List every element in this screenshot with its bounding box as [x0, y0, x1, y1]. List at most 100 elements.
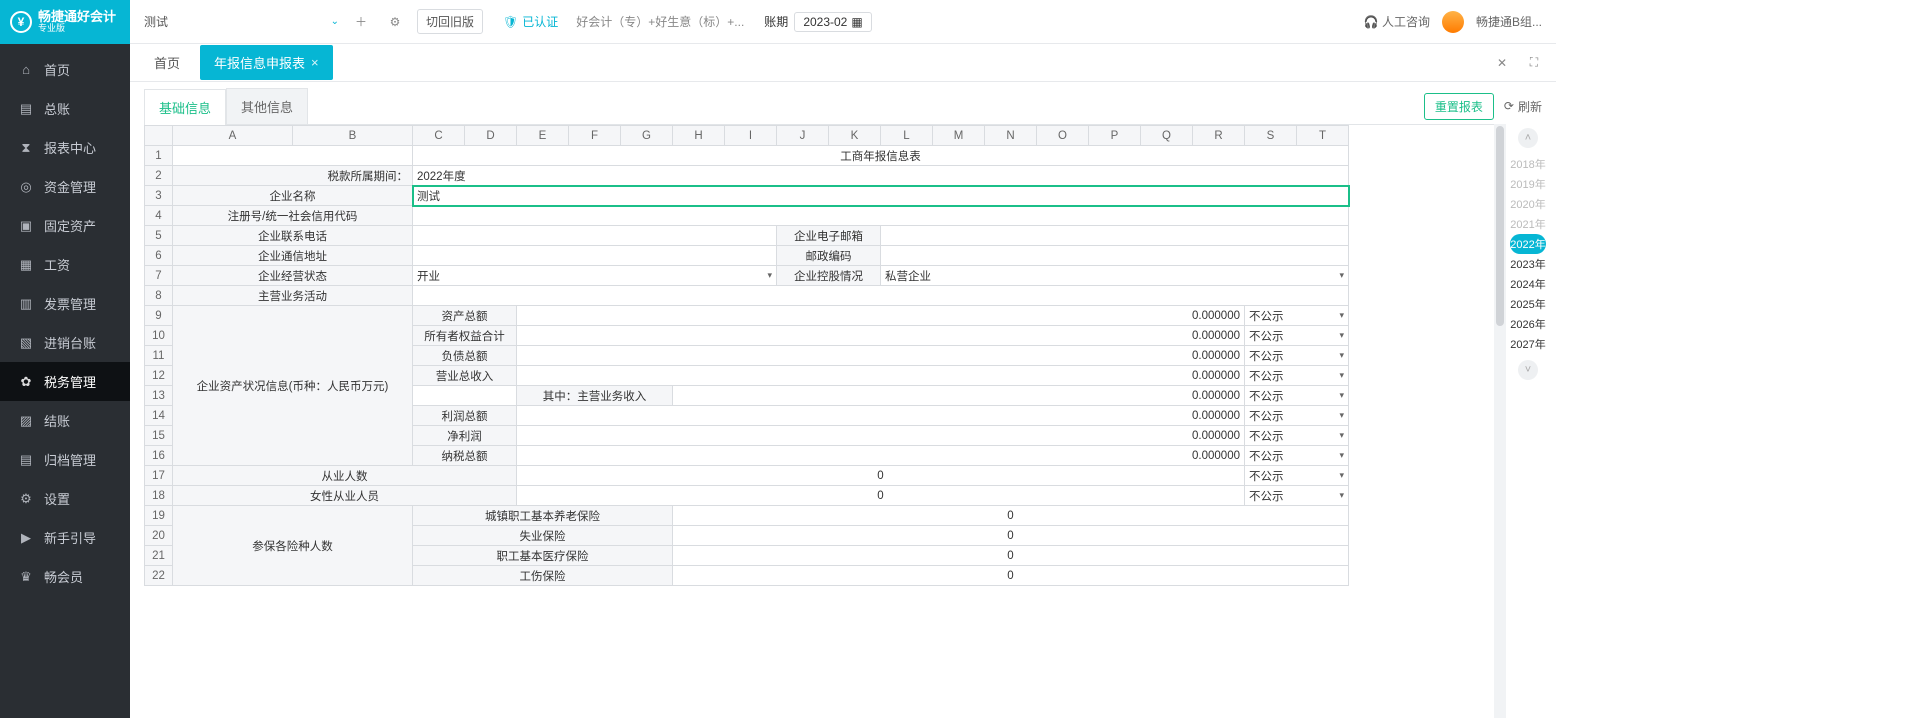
nav-ledger[interactable]: ▤总账 — [0, 89, 130, 128]
col-header[interactable]: D — [465, 126, 517, 146]
spreadsheet[interactable]: ABCDEFGHIJKLMNOPQRST1工商年报信息表2税款所属期间：2022… — [144, 124, 1494, 718]
fullscreen-button[interactable]: ⛶ — [1522, 51, 1546, 75]
subtab-basic[interactable]: 基础信息 — [144, 89, 226, 125]
nav-home[interactable]: ⌂首页 — [0, 50, 130, 89]
user-name[interactable]: 畅捷通B组... — [1476, 13, 1542, 30]
support-link[interactable]: 🎧 人工咨询 — [1364, 13, 1430, 30]
ins-medical-input[interactable]: 0 — [673, 546, 1349, 566]
col-header[interactable]: F — [569, 126, 621, 146]
publish-select[interactable]: 不公示▾ — [1245, 486, 1349, 506]
col-header[interactable]: N — [985, 126, 1037, 146]
switch-old-button[interactable]: 切回旧版 — [417, 9, 483, 34]
nav-fixed-assets[interactable]: ▣固定资产 — [0, 206, 130, 245]
col-header[interactable]: T — [1297, 126, 1349, 146]
company-name-input[interactable]: 测试 — [413, 186, 1349, 206]
publish-select[interactable]: 不公示▾ — [1245, 386, 1349, 406]
owner-equity-input[interactable]: 0.000000 — [517, 326, 1245, 346]
address-input[interactable] — [413, 246, 777, 266]
nav-guide[interactable]: ▶新手引导 — [0, 518, 130, 557]
col-header[interactable]: O — [1037, 126, 1089, 146]
ins-pension-input[interactable]: 0 — [673, 506, 1349, 526]
col-header[interactable]: M — [933, 126, 985, 146]
row-header[interactable]: 18 — [145, 486, 173, 506]
col-header[interactable]: G — [621, 126, 673, 146]
row-header[interactable]: 12 — [145, 366, 173, 386]
publish-select[interactable]: 不公示▾ — [1245, 406, 1349, 426]
profit-total-input[interactable]: 0.000000 — [517, 406, 1245, 426]
col-header[interactable]: Q — [1141, 126, 1193, 146]
main-biz-input[interactable] — [413, 286, 1349, 306]
nav-funds[interactable]: ◎资金管理 — [0, 167, 130, 206]
nav-tax[interactable]: ✿税务管理 — [0, 362, 130, 401]
employees-input[interactable]: 0 — [517, 466, 1245, 486]
row-header[interactable]: 11 — [145, 346, 173, 366]
tab-annual-report[interactable]: 年报信息申报表 × — [200, 45, 333, 80]
nav-invoice[interactable]: ▥发票管理 — [0, 284, 130, 323]
publish-select[interactable]: 不公示▾ — [1245, 366, 1349, 386]
nav-closing[interactable]: ▨结账 — [0, 401, 130, 440]
nav-archive[interactable]: ▤归档管理 — [0, 440, 130, 479]
row-header[interactable]: 16 — [145, 446, 173, 466]
asset-total-input[interactable]: 0.000000 — [517, 306, 1245, 326]
row-header[interactable]: 15 — [145, 426, 173, 446]
refresh-button[interactable]: ⟳刷新 — [1504, 98, 1542, 115]
row-header[interactable]: 2 — [145, 166, 173, 186]
year-chip[interactable]: 2023年 — [1510, 254, 1546, 274]
row-header[interactable]: 21 — [145, 546, 173, 566]
nav-settings[interactable]: ⚙设置 — [0, 479, 130, 518]
postcode-input[interactable] — [881, 246, 1349, 266]
year-up-button[interactable]: ˄ — [1518, 128, 1538, 148]
row-header[interactable]: 7 — [145, 266, 173, 286]
year-chip[interactable]: 2026年 — [1510, 314, 1546, 334]
year-chip[interactable]: 2018年 — [1510, 154, 1546, 174]
company-settings-button[interactable]: ⚙ — [383, 10, 407, 34]
publish-select[interactable]: 不公示▾ — [1245, 446, 1349, 466]
row-header[interactable]: 6 — [145, 246, 173, 266]
ins-unemp-input[interactable]: 0 — [673, 526, 1349, 546]
status-select[interactable]: 开业▾ — [413, 266, 777, 286]
year-chip[interactable]: 2020年 — [1510, 194, 1546, 214]
col-header[interactable]: I — [725, 126, 777, 146]
row-header[interactable]: 20 — [145, 526, 173, 546]
net-profit-input[interactable]: 0.000000 — [517, 426, 1245, 446]
rev-main-input[interactable]: 0.000000 — [673, 386, 1245, 406]
year-down-button[interactable]: ˅ — [1518, 360, 1538, 380]
col-header[interactable]: J — [777, 126, 829, 146]
reset-report-button[interactable]: 重置报表 — [1424, 93, 1494, 120]
company-select[interactable]: 测试 ⌄ — [144, 13, 339, 30]
row-header[interactable]: 22 — [145, 566, 173, 586]
row-header[interactable]: 10 — [145, 326, 173, 346]
phone-input[interactable] — [413, 226, 777, 246]
nav-inventory[interactable]: ▧进销台账 — [0, 323, 130, 362]
publish-select[interactable]: 不公示▾ — [1245, 326, 1349, 346]
period-picker[interactable]: 2023-02 ▦ — [794, 12, 871, 32]
col-header[interactable]: H — [673, 126, 725, 146]
row-header[interactable]: 3 — [145, 186, 173, 206]
ins-injury-input[interactable]: 0 — [673, 566, 1349, 586]
female-emp-input[interactable]: 0 — [517, 486, 1245, 506]
col-header[interactable]: A — [173, 126, 293, 146]
tax-total-input[interactable]: 0.000000 — [517, 446, 1245, 466]
col-header[interactable]: P — [1089, 126, 1141, 146]
year-chip[interactable]: 2019年 — [1510, 174, 1546, 194]
close-all-button[interactable]: ✕ — [1490, 51, 1514, 75]
publish-select[interactable]: 不公示▾ — [1245, 426, 1349, 446]
publish-select[interactable]: 不公示▾ — [1245, 306, 1349, 326]
year-chip[interactable]: 2025年 — [1510, 294, 1546, 314]
close-icon[interactable]: × — [311, 55, 319, 70]
avatar[interactable] — [1442, 11, 1464, 33]
add-company-button[interactable]: ＋ — [349, 10, 373, 34]
row-header[interactable]: 14 — [145, 406, 173, 426]
col-header[interactable]: C — [413, 126, 465, 146]
vertical-scrollbar[interactable] — [1494, 124, 1506, 718]
row-header[interactable]: 13 — [145, 386, 173, 406]
row-header[interactable]: 8 — [145, 286, 173, 306]
row-header[interactable]: 1 — [145, 146, 173, 166]
publish-select[interactable]: 不公示▾ — [1245, 466, 1349, 486]
col-header[interactable]: S — [1245, 126, 1297, 146]
col-header[interactable]: B — [293, 126, 413, 146]
subtab-other[interactable]: 其他信息 — [226, 88, 308, 124]
nav-salary[interactable]: ▦工资 — [0, 245, 130, 284]
year-chip[interactable]: 2021年 — [1510, 214, 1546, 234]
nav-member[interactable]: ♛畅会员 — [0, 557, 130, 596]
